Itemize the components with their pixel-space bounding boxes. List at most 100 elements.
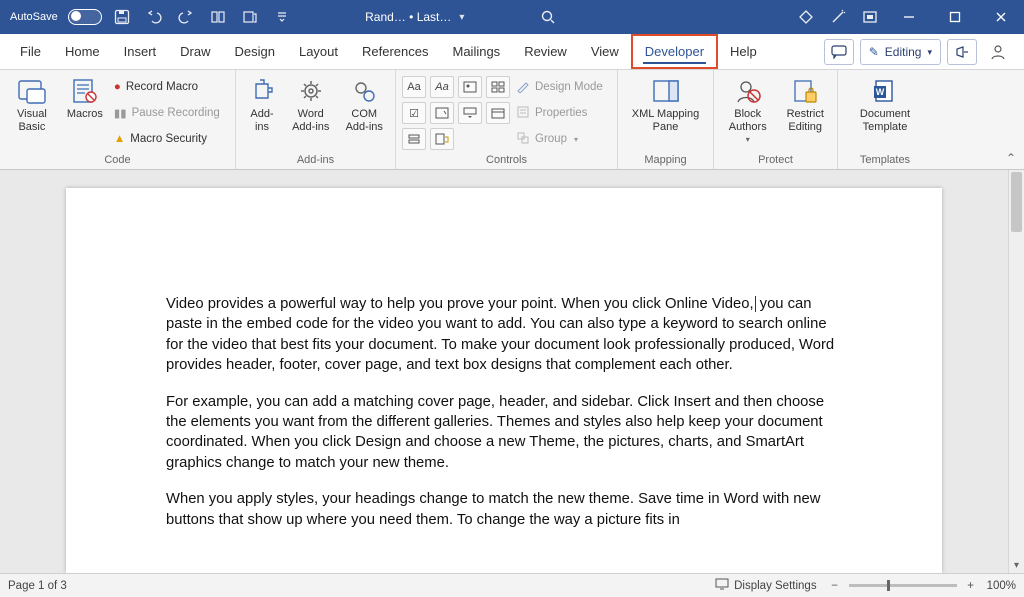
- record-macro-button[interactable]: ● Record Macro: [112, 76, 229, 98]
- addins-icon: [244, 76, 280, 106]
- control-repeating-icon[interactable]: [402, 128, 426, 150]
- control-checkbox-icon[interactable]: ☑: [402, 102, 426, 124]
- comments-button[interactable]: [824, 39, 854, 65]
- tab-view[interactable]: View: [579, 34, 631, 69]
- title-chevron-icon[interactable]: ▾: [459, 12, 464, 23]
- group-protect: Block Authors ▾ Restrict Editing Protect: [714, 70, 838, 169]
- group-mapping: XML Mapping Pane Mapping: [618, 70, 714, 169]
- scroll-down-icon[interactable]: ▾: [1009, 557, 1024, 573]
- para-1: Video provides a powerful way to help yo…: [166, 296, 754, 312]
- wand-icon[interactable]: [822, 0, 854, 34]
- display-settings-icon: [715, 578, 729, 593]
- control-dropdown-icon[interactable]: [458, 102, 482, 124]
- document-template-button[interactable]: W Document Template: [850, 74, 920, 133]
- pencil-icon: ✎: [869, 45, 879, 59]
- document-title: Rand… • Last… ▾: [298, 10, 532, 24]
- pause-icon: ▮▮: [114, 106, 127, 120]
- share-button[interactable]: [947, 39, 977, 65]
- document-template-icon: W: [867, 76, 903, 106]
- vertical-scrollbar[interactable]: ▴ ▾: [1008, 170, 1024, 573]
- visual-basic-button[interactable]: Visual Basic: [6, 74, 58, 133]
- tab-developer[interactable]: Developer: [631, 34, 718, 69]
- record-icon: ●: [114, 81, 121, 93]
- doc-title-text: Rand… • Last…: [365, 10, 451, 24]
- qat-icon-1[interactable]: [202, 0, 234, 34]
- ribbon-tab-strip: File Home Insert Draw Design Layout Refe…: [0, 34, 1024, 70]
- tab-review[interactable]: Review: [512, 34, 579, 69]
- design-mode-icon: [516, 79, 530, 96]
- autosave-toggle[interactable]: [68, 9, 102, 25]
- control-plaintext-icon[interactable]: Aa: [430, 76, 454, 98]
- tab-draw[interactable]: Draw: [168, 34, 222, 69]
- redo-icon[interactable]: [170, 0, 202, 34]
- qat-icon-2[interactable]: [234, 0, 266, 34]
- scroll-thumb[interactable]: [1011, 172, 1022, 232]
- diamond-icon[interactable]: [790, 0, 822, 34]
- zoom-in-button[interactable]: +: [965, 580, 977, 592]
- design-mode-button[interactable]: Design Mode: [514, 76, 611, 98]
- display-settings-button[interactable]: Display Settings: [715, 578, 816, 593]
- control-picture-icon[interactable]: [458, 76, 482, 98]
- control-richtext-icon[interactable]: Aa: [402, 76, 426, 98]
- close-button[interactable]: [978, 0, 1024, 34]
- maximize-button[interactable]: [932, 0, 978, 34]
- block-authors-button[interactable]: Block Authors ▾: [720, 74, 775, 144]
- minimize-button[interactable]: [886, 0, 932, 34]
- com-addins-button[interactable]: COM Add-ins: [339, 74, 389, 133]
- tab-insert[interactable]: Insert: [112, 34, 169, 69]
- block-authors-icon: [730, 76, 766, 106]
- page-indicator[interactable]: Page 1 of 3: [8, 580, 67, 592]
- control-legacy-icon[interactable]: [430, 128, 454, 150]
- app-mode-icon[interactable]: [854, 0, 886, 34]
- pause-recording-button: ▮▮ Pause Recording: [112, 102, 229, 124]
- restrict-editing-button[interactable]: Restrict Editing: [779, 74, 831, 133]
- save-icon[interactable]: [106, 0, 138, 34]
- account-icon[interactable]: [983, 39, 1013, 65]
- macro-security-button[interactable]: ▲ Macro Security: [112, 128, 229, 150]
- zoom-slider[interactable]: [849, 584, 957, 587]
- search-icon[interactable]: [532, 0, 564, 34]
- word-addins-button[interactable]: Word Add-ins: [286, 74, 336, 133]
- ribbon-developer: Visual Basic Macros ● Record Macro ▮▮ Pa…: [0, 70, 1024, 170]
- tab-layout[interactable]: Layout: [287, 34, 350, 69]
- macros-button[interactable]: Macros: [62, 74, 108, 121]
- para-2: For example, you can add a matching cove…: [166, 392, 842, 474]
- para-3: When you apply styles, your headings cha…: [166, 489, 842, 530]
- chevron-down-icon: ▾: [927, 47, 932, 58]
- status-bar: Page 1 of 3 Display Settings − + 100%: [0, 573, 1024, 597]
- svg-text:W: W: [876, 87, 885, 97]
- document-page[interactable]: Video provides a powerful way to help yo…: [66, 188, 942, 573]
- group-addins: Add- ins Word Add-ins COM Add-ins Add-in…: [236, 70, 396, 169]
- xml-mapping-pane-button[interactable]: XML Mapping Pane: [626, 74, 706, 133]
- tab-references[interactable]: References: [350, 34, 440, 69]
- qat-overflow-icon[interactable]: [266, 0, 298, 34]
- properties-button: Properties: [514, 102, 611, 124]
- xml-mapping-icon: [648, 76, 684, 106]
- tab-mailings[interactable]: Mailings: [441, 34, 513, 69]
- tab-help[interactable]: Help: [718, 34, 769, 69]
- group-templates: W Document Template Templates: [838, 70, 932, 169]
- autosave-label: AutoSave: [0, 11, 64, 23]
- window-title-bar: AutoSave Rand… • Last… ▾: [0, 0, 1024, 34]
- control-combobox-icon[interactable]: [430, 102, 454, 124]
- tab-file[interactable]: File: [8, 34, 53, 69]
- group-icon: [516, 131, 530, 148]
- gear-icon: [293, 76, 329, 106]
- editing-mode-button[interactable]: ✎ Editing ▾: [860, 39, 941, 65]
- document-area: Video provides a powerful way to help yo…: [0, 170, 1024, 573]
- macros-icon: [67, 76, 103, 106]
- zoom-level[interactable]: 100%: [987, 580, 1016, 592]
- tab-home[interactable]: Home: [53, 34, 112, 69]
- control-datepicker-icon[interactable]: [486, 102, 510, 124]
- zoom-out-button[interactable]: −: [829, 580, 841, 592]
- group-code: Visual Basic Macros ● Record Macro ▮▮ Pa…: [0, 70, 236, 169]
- com-addins-icon: [346, 76, 382, 106]
- tab-design[interactable]: Design: [223, 34, 287, 69]
- control-buildingblock-icon[interactable]: [486, 76, 510, 98]
- undo-icon[interactable]: [138, 0, 170, 34]
- addins-button[interactable]: Add- ins: [242, 74, 282, 133]
- restrict-editing-icon: [787, 76, 823, 106]
- group-button: Group ▾: [514, 128, 611, 150]
- warning-icon: ▲: [114, 133, 125, 145]
- collapse-ribbon-icon[interactable]: ⌃: [1006, 151, 1016, 165]
